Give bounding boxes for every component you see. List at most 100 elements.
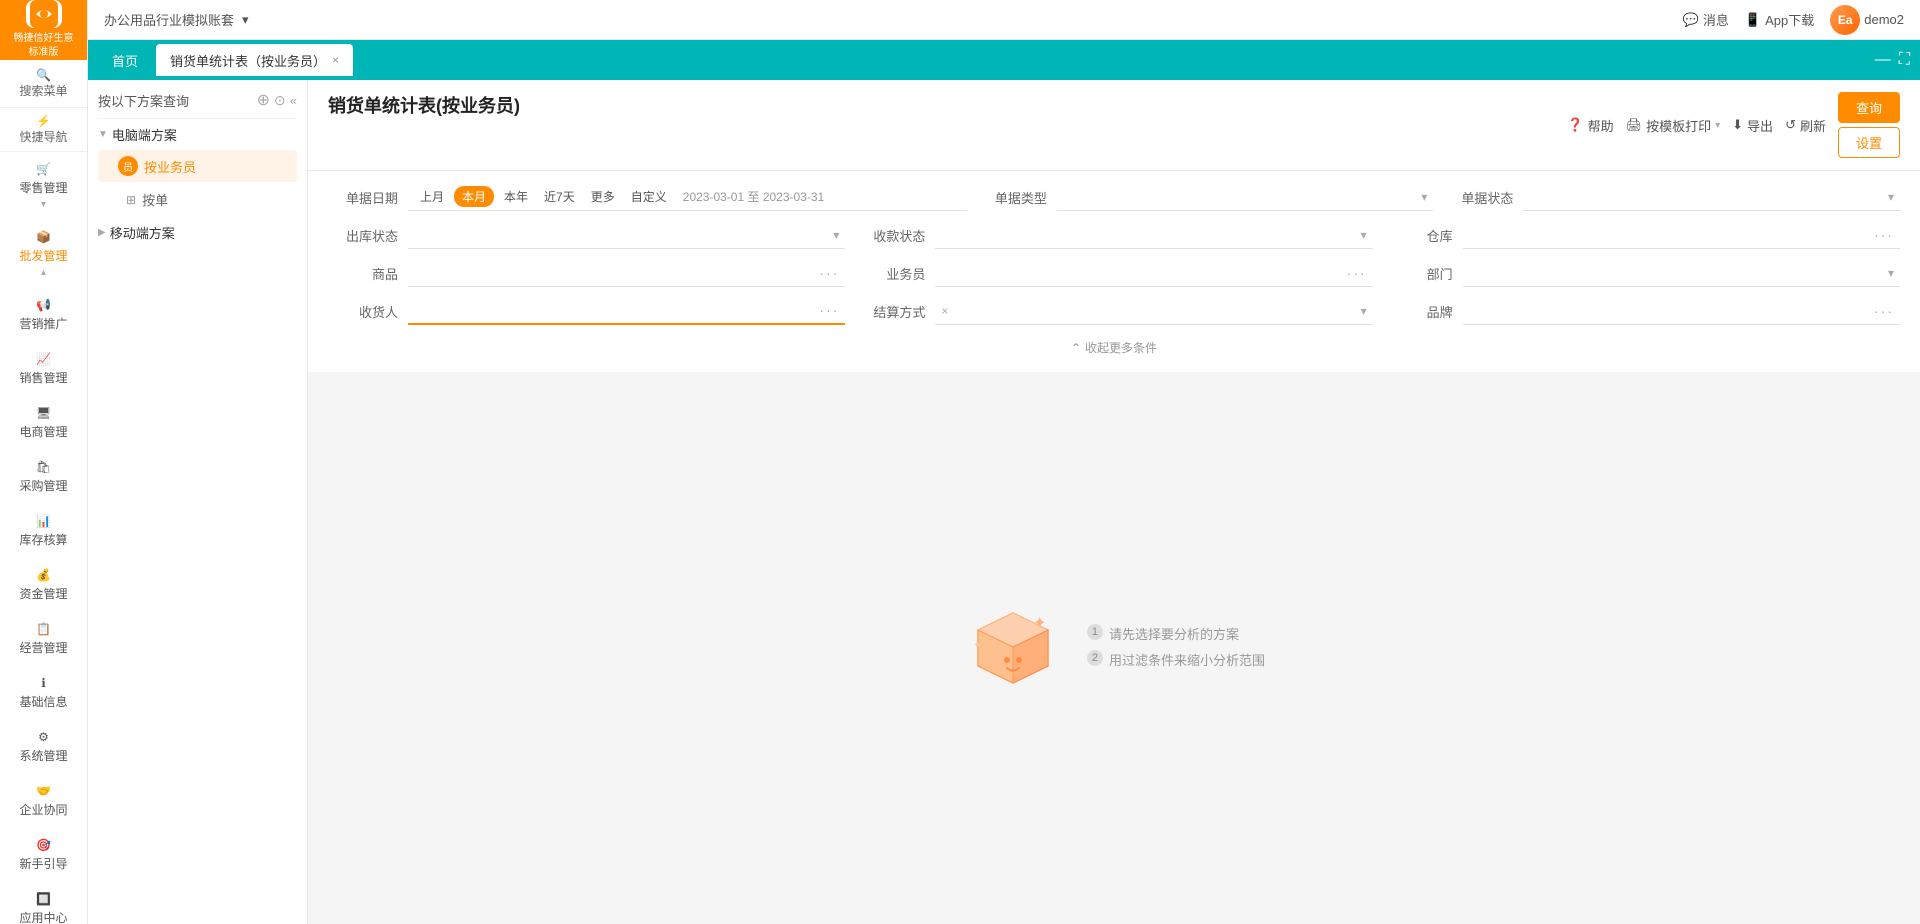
sidebar-item-sales[interactable]: 📈 销售管理 [0, 342, 87, 396]
page-title-bar: 销货单统计表(按业务员) ❓ 帮助 🖨 按模板打印 ▾ ⬇ [308, 80, 1920, 171]
setup-button[interactable]: 设置 [1838, 127, 1900, 158]
consignee-field[interactable]: ··· [408, 297, 845, 325]
salesman-dots-icon[interactable]: ··· [1347, 265, 1367, 281]
date-tab-thisyear[interactable]: 本年 [498, 186, 534, 207]
empty-state: ✦ ✦ 1 请先选择要分析的方案 2 用过滤条件来缩小分析范围 [308, 372, 1920, 924]
sidebar-quicknav[interactable]: ⚡快捷导航 [0, 108, 87, 152]
export-btn[interactable]: ⬇ 导出 [1732, 116, 1773, 135]
add-scheme-icon[interactable]: ⊕ [257, 90, 270, 110]
tab-bar: 首页 销货单统计表（按业务员） × — ⛶ [88, 40, 1920, 80]
scheme-dot: 员 [118, 156, 138, 176]
status-dropdown-icon[interactable]: ▾ [1888, 190, 1894, 204]
app-title: 办公用品行业模拟账套 [104, 10, 234, 29]
window-max-icon[interactable]: ⛶ [1899, 51, 1910, 69]
settlement-dropdown-icon[interactable]: ▾ [1361, 304, 1367, 318]
brand-dots-icon[interactable]: ··· [1874, 303, 1894, 319]
warehouse-dots-icon[interactable]: ··· [1874, 227, 1894, 243]
refresh-btn[interactable]: ↺ 刷新 [1785, 116, 1826, 135]
sidebar-item-appcenter[interactable]: 🔲 应用中心 [0, 882, 87, 924]
tab-sales-stat[interactable]: 销货单统计表（按业务员） × [156, 44, 353, 76]
app-logo: 畅捷信好生意 标准版 [0, 0, 87, 60]
sidebar: 畅捷信好生意 标准版 🔍搜索菜单 ⚡快捷导航 🛒 零售管理 ▾ 📦 批发管理 ▴… [0, 0, 88, 924]
warehouse-label: 仓库 [1383, 226, 1453, 245]
sidebar-item-newbie[interactable]: 🎯 新手引导 [0, 828, 87, 882]
date-tab-thismonth[interactable]: 本月 [454, 186, 494, 207]
sidebar-item-marketing[interactable]: 📢 营销推广 [0, 288, 87, 342]
main-area: 办公用品行业模拟账套 ▾ 💬 消息 📱 App下载 Ea demo2 首页 销货… [88, 0, 1920, 924]
product-field[interactable]: ··· [408, 259, 845, 287]
out-status-dropdown-icon[interactable]: ▾ [833, 228, 839, 242]
inventory-icon: 📊 [36, 514, 51, 528]
print-btn[interactable]: 🖨 按模板打印 ▾ [1626, 116, 1721, 135]
sidebar-item-system[interactable]: ⚙ 系统管理 [0, 720, 87, 774]
date-tab-7days[interactable]: 近7天 [538, 186, 581, 207]
receipt-status-label: 收款状态 [855, 226, 925, 245]
sidebar-item-finance[interactable]: 💰 资金管理 [0, 558, 87, 612]
collapse-icon: ⌃ [1071, 341, 1081, 355]
window-min-icon[interactable]: — [1875, 51, 1891, 69]
btn-group-right: 查询 设置 [1838, 92, 1900, 158]
settlement-field[interactable]: × ▾ [935, 297, 1372, 325]
collapse-panel-icon[interactable]: « [290, 93, 297, 108]
scheme-item-salesman[interactable]: 员 按业务员 [98, 150, 297, 182]
sidebar-item-corp-collab[interactable]: 🤝 企业协同 [0, 774, 87, 828]
export-icon: ⬇ [1732, 117, 1743, 133]
inner-layout: 按以下方案查询 ⊕ ⊙ « ▼ 电脑端方案 员 按业务员 [88, 80, 1920, 924]
query-button[interactable]: 查询 [1838, 92, 1900, 123]
avatar: Ea [1830, 5, 1860, 35]
warehouse-field[interactable]: ··· [1463, 221, 1900, 249]
sub-icon: ⊞ [126, 193, 136, 207]
help-btn[interactable]: ❓ 帮助 [1567, 116, 1613, 135]
date-tab-custom[interactable]: 自定义 [625, 186, 673, 207]
dept-field[interactable]: ▾ [1463, 259, 1900, 287]
type-field[interactable]: ▾ [1057, 183, 1434, 211]
consignee-dots-icon[interactable]: ··· [819, 302, 839, 318]
receipt-status-dropdown-icon[interactable]: ▾ [1361, 228, 1367, 242]
appcenter-icon: 🔲 [36, 892, 51, 906]
tab-home[interactable]: 首页 [98, 44, 152, 76]
sidebar-item-ecommerce[interactable]: 🖥 电商管理 [0, 396, 87, 450]
print-dropdown-icon: ▾ [1715, 120, 1720, 131]
status-field[interactable]: ▾ [1523, 183, 1900, 211]
purchase-icon: 🛍 [36, 460, 51, 474]
sidebar-item-operations[interactable]: 📋 经营管理 [0, 612, 87, 666]
sidebar-item-basic[interactable]: ℹ 基础信息 [0, 666, 87, 720]
pc-section-title[interactable]: ▼ 电脑端方案 [98, 125, 297, 144]
dept-label: 部门 [1383, 264, 1453, 283]
product-dots-icon[interactable]: ··· [819, 265, 839, 281]
receipt-status-field[interactable]: ▾ [935, 221, 1372, 249]
salesman-field[interactable]: ··· [935, 259, 1372, 287]
mobile-section[interactable]: ▶ 移动端方案 [98, 223, 297, 242]
page-content: 按以下方案查询 ⊕ ⊙ « ▼ 电脑端方案 员 按业务员 [88, 80, 1920, 924]
date-tab-lastmonth[interactable]: 上月 [414, 186, 450, 207]
status-label: 单据状态 [1443, 188, 1513, 207]
tip-text-2: 用过滤条件来缩小分析范围 [1109, 648, 1265, 674]
message-icon: 💬 [1683, 12, 1699, 28]
sidebar-search[interactable]: 🔍搜索菜单 [0, 60, 87, 108]
user-avatar-btn[interactable]: Ea demo2 [1830, 5, 1904, 35]
sales-icon: 📈 [36, 352, 51, 366]
sidebar-item-wholesale[interactable]: 📦 批发管理 ▴ [0, 220, 87, 288]
message-btn[interactable]: 💬 消息 [1683, 10, 1729, 29]
type-dropdown-icon[interactable]: ▾ [1421, 190, 1427, 204]
out-status-label: 出库状态 [328, 226, 398, 245]
settlement-clear-icon[interactable]: × [941, 304, 948, 318]
out-status-field[interactable]: ▾ [408, 221, 845, 249]
collapse-bar[interactable]: ⌃ 收起更多条件 [328, 335, 1900, 360]
tip-item-1: 1 请先选择要分析的方案 [1087, 622, 1265, 648]
retail-icon: 🛒 [36, 162, 51, 176]
scheme-sub-order[interactable]: ⊞ 按单 [98, 184, 297, 215]
date-label: 单据日期 [328, 188, 398, 207]
sidebar-item-purchase[interactable]: 🛍 采购管理 [0, 450, 87, 504]
app-download-btn[interactable]: 📱 App下载 [1745, 10, 1814, 29]
brand-field[interactable]: ··· [1463, 297, 1900, 325]
sidebar-item-retail[interactable]: 🛒 零售管理 ▾ [0, 152, 87, 220]
date-tab-more[interactable]: 更多 [585, 186, 621, 207]
sidebar-item-inventory[interactable]: 📊 库存核算 [0, 504, 87, 558]
edit-scheme-icon[interactable]: ⊙ [274, 92, 286, 109]
left-panel: 按以下方案查询 ⊕ ⊙ « ▼ 电脑端方案 员 按业务员 [88, 80, 308, 924]
tab-close-icon[interactable]: × [332, 53, 339, 67]
consignee-label: 收货人 [328, 302, 398, 321]
date-range-text: 2023-03-01 至 2023-03-31 [683, 188, 824, 205]
dept-dropdown-icon[interactable]: ▾ [1888, 266, 1894, 280]
